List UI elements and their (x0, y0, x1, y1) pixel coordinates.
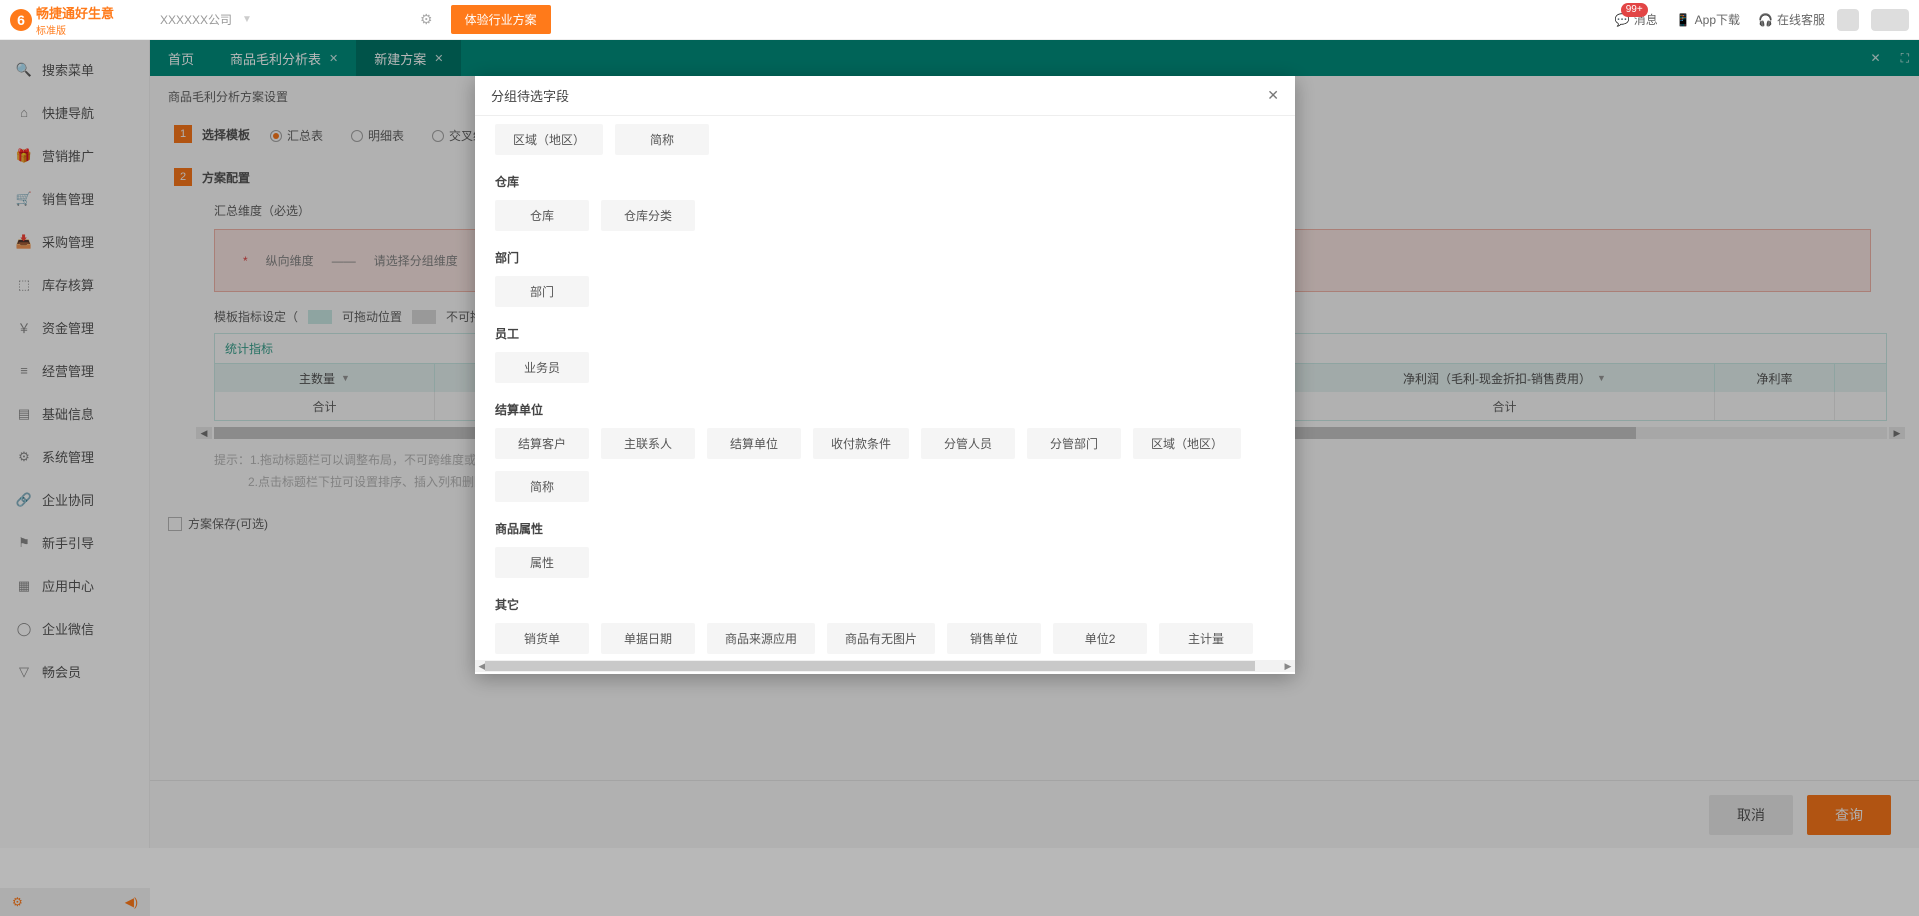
field-chip[interactable]: 商品有无图片 (827, 623, 935, 654)
app-download-link[interactable]: 📱 App下载 (1676, 11, 1740, 28)
support-link[interactable]: 🎧 在线客服 (1758, 11, 1825, 28)
modal-title: 分组待选字段 (491, 86, 569, 105)
field-chip[interactable]: 销售单位 (947, 623, 1041, 654)
scroll-right-icon[interactable]: ▶ (1281, 660, 1295, 672)
field-chip[interactable]: 商品来源应用 (707, 623, 815, 654)
modal-scrollbar[interactable]: ◀ ▶ (475, 660, 1295, 672)
modal-header: 分组待选字段 ✕ (475, 76, 1295, 116)
field-chip[interactable]: 区域（地区） (495, 124, 603, 155)
field-chip[interactable]: 单据日期 (601, 623, 695, 654)
group-employee: 员工 业务员 (495, 325, 1275, 383)
experience-button[interactable]: 体验行业方案 (451, 5, 551, 34)
field-chip[interactable]: 分管人员 (921, 428, 1015, 459)
field-chip[interactable]: 仓库分类 (601, 200, 695, 231)
field-chip[interactable]: 销货单 (495, 623, 589, 654)
company-selector[interactable]: XXXXXX公司 ▼ (160, 11, 420, 28)
field-chip[interactable]: 主计量 (1159, 623, 1253, 654)
modal-close-button[interactable]: ✕ (1267, 87, 1279, 104)
field-chip[interactable]: 部门 (495, 276, 589, 307)
field-chip[interactable]: 简称 (615, 124, 709, 155)
avatar[interactable] (1837, 9, 1859, 31)
field-chip[interactable]: 结算客户 (495, 428, 589, 459)
scroll-thumb[interactable] (485, 661, 1255, 671)
field-chip[interactable]: 结算单位 (707, 428, 801, 459)
logo-subtext: 标准版 (36, 22, 114, 37)
field-chip[interactable]: 属性 (495, 547, 589, 578)
modal-body[interactable]: 客户 客户分类 分管部门 分管人员 主联系方式 主联系人 销售单位 区域（地区）… (475, 116, 1295, 658)
group-warehouse: 仓库 仓库 仓库分类 (495, 173, 1275, 231)
field-chip[interactable]: 简称 (495, 471, 589, 502)
logo-icon: 6 (10, 9, 32, 31)
field-chip[interactable]: 分管部门 (1027, 428, 1121, 459)
user-menu[interactable] (1871, 9, 1909, 31)
logo: 6 畅捷通好生意 标准版 (10, 3, 150, 37)
field-chip[interactable]: 业务员 (495, 352, 589, 383)
field-selector-modal: 分组待选字段 ✕ 客户 客户分类 分管部门 分管人员 主联系方式 主联系人 销售… (475, 76, 1295, 674)
settings-gear-icon[interactable]: ⚙ (420, 11, 433, 28)
messages-link[interactable]: 99+ 💬 消息 (1615, 11, 1658, 28)
field-chip[interactable]: 单位2 (1053, 623, 1147, 654)
field-chip[interactable]: 仓库 (495, 200, 589, 231)
chevron-down-icon: ▼ (242, 14, 252, 25)
group-other: 其它 销货单 单据日期 商品来源应用 商品有无图片 销售单位 单位2 主计量 制… (495, 596, 1275, 658)
field-chip[interactable]: 收付款条件 (813, 428, 909, 459)
phone-icon: 📱 (1676, 13, 1691, 27)
group-dept: 部门 部门 (495, 249, 1275, 307)
logo-text: 畅捷通好生意 (36, 3, 114, 22)
top-bar: 6 畅捷通好生意 标准版 XXXXXX公司 ▼ ⚙ 体验行业方案 99+ 💬 消… (0, 0, 1919, 40)
headset-icon: 🎧 (1758, 13, 1773, 27)
message-badge: 99+ (1621, 3, 1648, 17)
group-attr: 商品属性 属性 (495, 520, 1275, 578)
group-settle: 结算单位 结算客户 主联系人 结算单位 收付款条件 分管人员 分管部门 区域（地… (495, 401, 1275, 502)
field-chip[interactable]: 主联系人 (601, 428, 695, 459)
field-chip[interactable]: 区域（地区） (1133, 428, 1241, 459)
